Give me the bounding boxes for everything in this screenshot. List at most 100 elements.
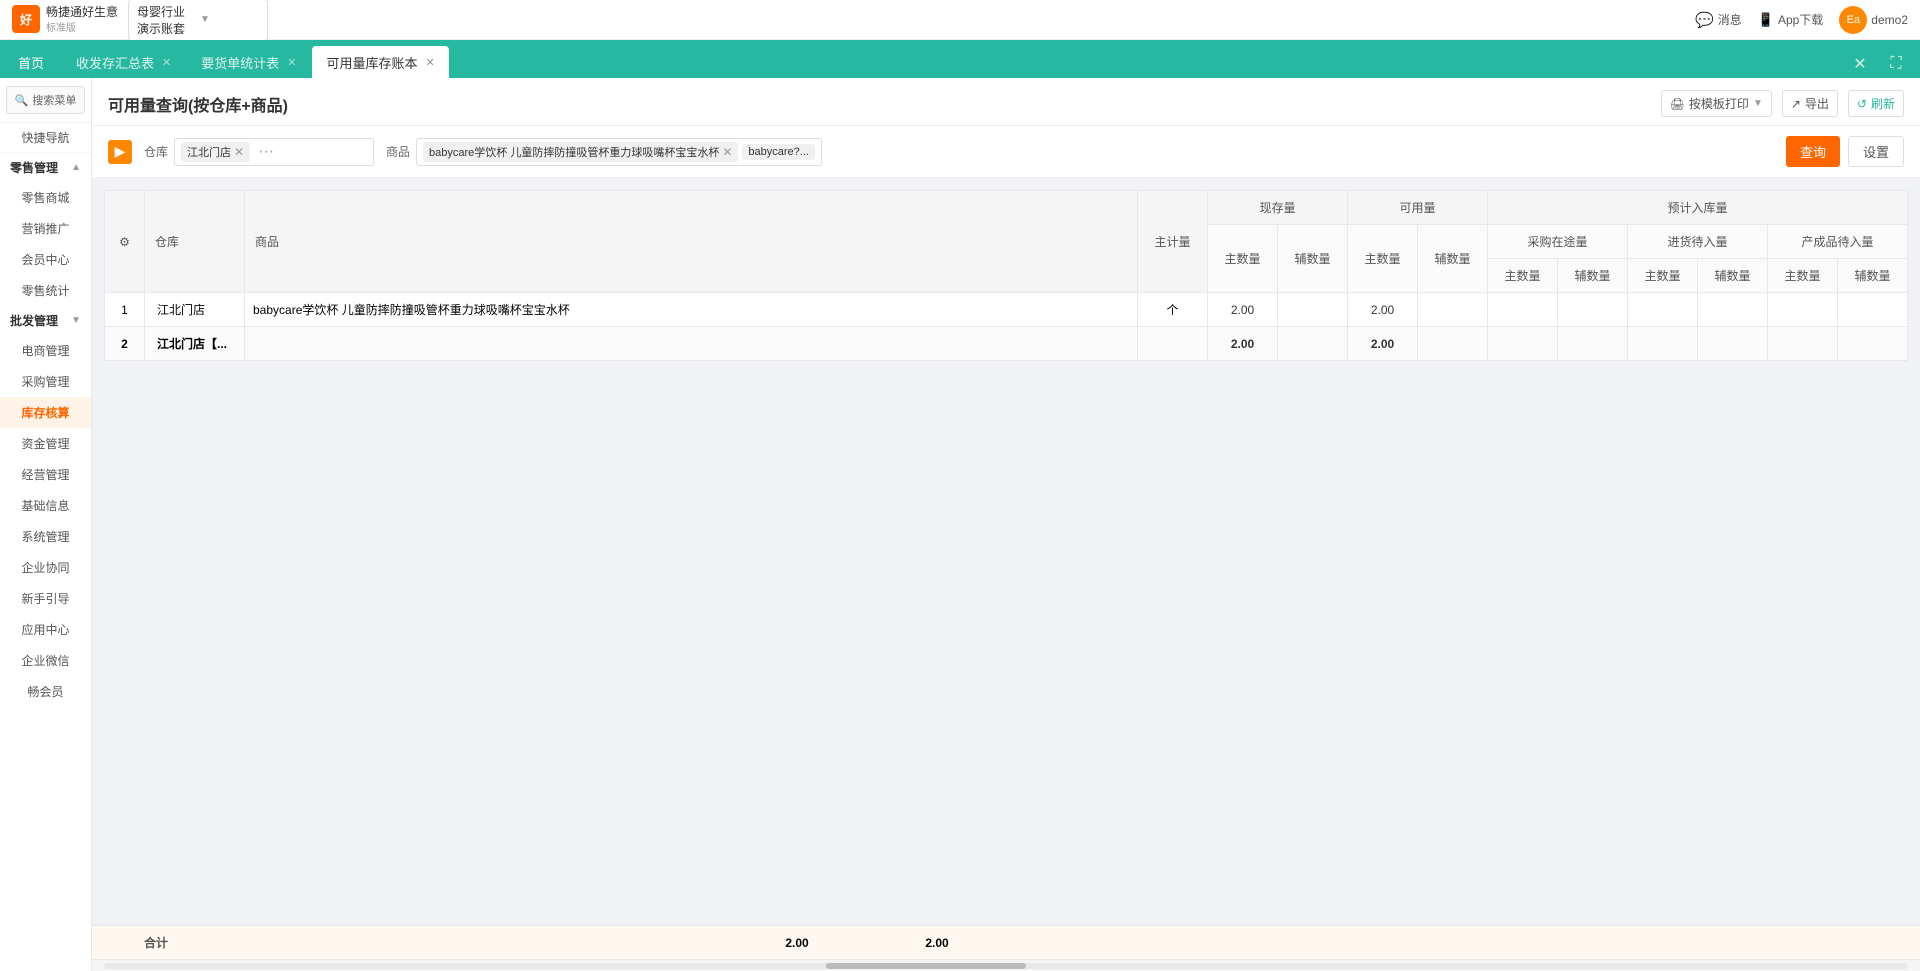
sidebar-item-ecommerce-label: 电商管理: [21, 344, 69, 358]
sidebar-item-retail-stats[interactable]: 零售统计: [0, 275, 91, 306]
data-table: ⚙ 仓库 商品 主计量 现存量 可用量 预计入库量: [104, 190, 1908, 361]
sidebar-item-system[interactable]: 系统管理: [0, 521, 91, 552]
sidebar-item-appcenter[interactable]: 应用中心: [0, 614, 91, 645]
template-print-btn[interactable]: 🖨 按模板打印 ▼: [1661, 90, 1772, 117]
th-available-aux: 辅数量: [1418, 225, 1488, 293]
scroll-thumb[interactable]: [826, 963, 1026, 969]
top-bar-right: 💬 消息 📱 App下载 Ea demo2: [1695, 6, 1908, 34]
app-download-label: App下载: [1778, 11, 1823, 28]
sidebar-item-inventory-label: 库存核算: [21, 406, 69, 420]
sidebar-item-ops[interactable]: 经营管理: [0, 459, 91, 490]
sidebar-item-wechat[interactable]: 企业微信: [0, 645, 91, 676]
th-available-group: 可用量: [1348, 191, 1488, 225]
th-incoming-group: 进货待入量: [1628, 225, 1768, 259]
print-icon: 🖨: [1670, 97, 1685, 111]
row-2-no: 2: [105, 327, 145, 361]
product-tag-0-close[interactable]: ✕: [722, 145, 732, 159]
th-fin-main: 主数量: [1768, 259, 1838, 293]
template-print-label: 按模板打印: [1689, 95, 1749, 112]
product-tag-1: babycare?...: [742, 144, 815, 160]
sidebar-item-retail-mall-label: 零售商城: [21, 191, 69, 205]
row-2-fin-aux: [1838, 327, 1908, 361]
tab-order-stats[interactable]: 要货单统计表 ✕: [187, 46, 310, 78]
tab-inventory-ledger-close[interactable]: ✕: [426, 56, 435, 69]
sidebar-item-enterprise-label: 企业协同: [21, 561, 69, 575]
chevron-right-icon: ▶: [115, 143, 126, 160]
tab-receipt-summary-label: 收发存汇总表: [76, 53, 154, 72]
tab-order-stats-close[interactable]: ✕: [287, 56, 296, 69]
warehouse-filter-label: 仓库: [144, 143, 168, 160]
sidebar-group-wholesale[interactable]: 批发管理 ▼: [0, 306, 91, 335]
sidebar-item-finance[interactable]: 资金管理: [0, 428, 91, 459]
tab-order-stats-label: 要货单统计表: [201, 53, 279, 72]
tab-receipt-summary[interactable]: 收发存汇总表 ✕: [62, 46, 185, 78]
sidebar-group-wholesale-label: 批发管理: [10, 312, 58, 329]
tab-close-all-btn[interactable]: ✕: [1846, 50, 1874, 78]
sidebar-item-purchase[interactable]: 采购管理: [0, 366, 91, 397]
logo-icon: 好: [12, 5, 40, 33]
th-settings[interactable]: ⚙: [105, 191, 145, 293]
sidebar-item-inventory[interactable]: 库存核算: [0, 397, 91, 428]
sidebar-item-enterprise[interactable]: 企业协同: [0, 552, 91, 583]
sidebar-search-btn[interactable]: 🔍 搜索菜单: [6, 86, 85, 114]
row-1-stock-main: 2.00: [1208, 293, 1278, 327]
product-tags[interactable]: babycare学饮杯 儿童防摔防撞吸管杯重力球吸嘴杯宝宝水杯 ✕ babyca…: [416, 138, 822, 166]
user-profile[interactable]: Ea demo2: [1839, 6, 1908, 34]
sidebar-item-quicknav[interactable]: 快捷导航: [0, 123, 91, 153]
query-btn[interactable]: 查询: [1786, 136, 1840, 167]
tab-inventory-ledger-label: 可用量库存账本: [326, 53, 417, 72]
sidebar-item-members[interactable]: 会员中心: [0, 244, 91, 275]
tab-home[interactable]: 首页: [2, 46, 60, 78]
th-pt-aux: 辅数量: [1558, 259, 1628, 293]
refresh-icon: ↺: [1857, 97, 1867, 111]
tab-bar: 首页 收发存汇总表 ✕ 要货单统计表 ✕ 可用量库存账本 ✕ ✕ ⛶: [0, 40, 1920, 78]
logo-text: 畅捷通好生意: [46, 5, 118, 19]
app-download-btn[interactable]: 📱 App下载: [1758, 11, 1824, 28]
warehouse-tags[interactable]: 江北门店 ✕ ···: [174, 138, 374, 166]
phone-icon: 📱: [1758, 12, 1774, 28]
row-1-warehouse: 江北门店: [145, 293, 245, 327]
product-filter: 商品 babycare学饮杯 儿童防摔防撞吸管杯重力球吸嘴杯宝宝水杯 ✕ bab…: [386, 138, 822, 166]
row-1-unit: 个: [1138, 293, 1208, 327]
scroll-track[interactable]: [104, 963, 1908, 969]
th-planned-inbound-group: 预计入库量: [1488, 191, 1908, 225]
sidebar-item-finance-label: 资金管理: [21, 437, 69, 451]
sidebar-group-retail[interactable]: 零售管理 ▲: [0, 153, 91, 182]
export-label: 导出: [1805, 95, 1829, 112]
tab-expand-btn[interactable]: ⛶: [1882, 50, 1910, 78]
sidebar-item-member-label: 畅会员: [27, 685, 63, 699]
refresh-btn[interactable]: ↺ 刷新: [1848, 90, 1904, 117]
row-1-fin-aux: [1838, 293, 1908, 327]
industry-selector[interactable]: 母婴行业演示账套 ▼: [128, 0, 268, 41]
sidebar-item-marketing[interactable]: 营销推广: [0, 213, 91, 244]
settings-btn[interactable]: 设置: [1848, 136, 1904, 167]
tab-receipt-summary-close[interactable]: ✕: [162, 56, 171, 69]
row-1-inc-main: [1628, 293, 1698, 327]
sidebar-item-basic[interactable]: 基础信息: [0, 490, 91, 521]
page-title: 可用量查询(按仓库+商品): [108, 92, 288, 116]
filter-area: ▶ 仓库 江北门店 ✕ ··· 商品 babycare学饮杯 儿童防摔防撞吸管杯…: [92, 126, 1920, 178]
logo-area: 好 畅捷通好生意 标准版: [12, 5, 118, 34]
th-pt-main: 主数量: [1488, 259, 1558, 293]
table-container[interactable]: ⚙ 仓库 商品 主计量 现存量 可用量 预计入库量: [92, 178, 1920, 925]
row-1-stock-aux: [1278, 293, 1348, 327]
th-fin-aux: 辅数量: [1838, 259, 1908, 293]
message-btn[interactable]: 💬 消息: [1695, 11, 1742, 29]
row-1-no: 1: [105, 293, 145, 327]
sidebar-item-guide[interactable]: 新手引导: [0, 583, 91, 614]
message-icon: 💬: [1695, 11, 1714, 29]
sidebar-item-ecommerce[interactable]: 电商管理: [0, 335, 91, 366]
warehouse-tag-close[interactable]: ✕: [234, 145, 244, 159]
sidebar-item-retail-mall[interactable]: 零售商城: [0, 182, 91, 213]
product-tag-text-0: babycare学饮杯 儿童防摔防撞吸管杯重力球吸嘴杯宝宝水杯: [429, 144, 719, 160]
export-btn[interactable]: ↗ 导出: [1782, 90, 1838, 117]
filter-toggle-btn[interactable]: ▶: [108, 140, 132, 164]
sidebar-item-member[interactable]: 畅会员: [0, 676, 91, 707]
row-2-pt-aux: [1558, 327, 1628, 361]
warehouse-more-icon[interactable]: ···: [254, 143, 278, 161]
th-inc-aux: 辅数量: [1698, 259, 1768, 293]
sidebar-search-label: 搜索菜单: [32, 92, 76, 108]
tab-inventory-ledger[interactable]: 可用量库存账本 ✕: [312, 46, 448, 78]
industry-label: 母婴行业演示账套: [137, 3, 196, 37]
table-scroll-bar[interactable]: [92, 959, 1920, 971]
